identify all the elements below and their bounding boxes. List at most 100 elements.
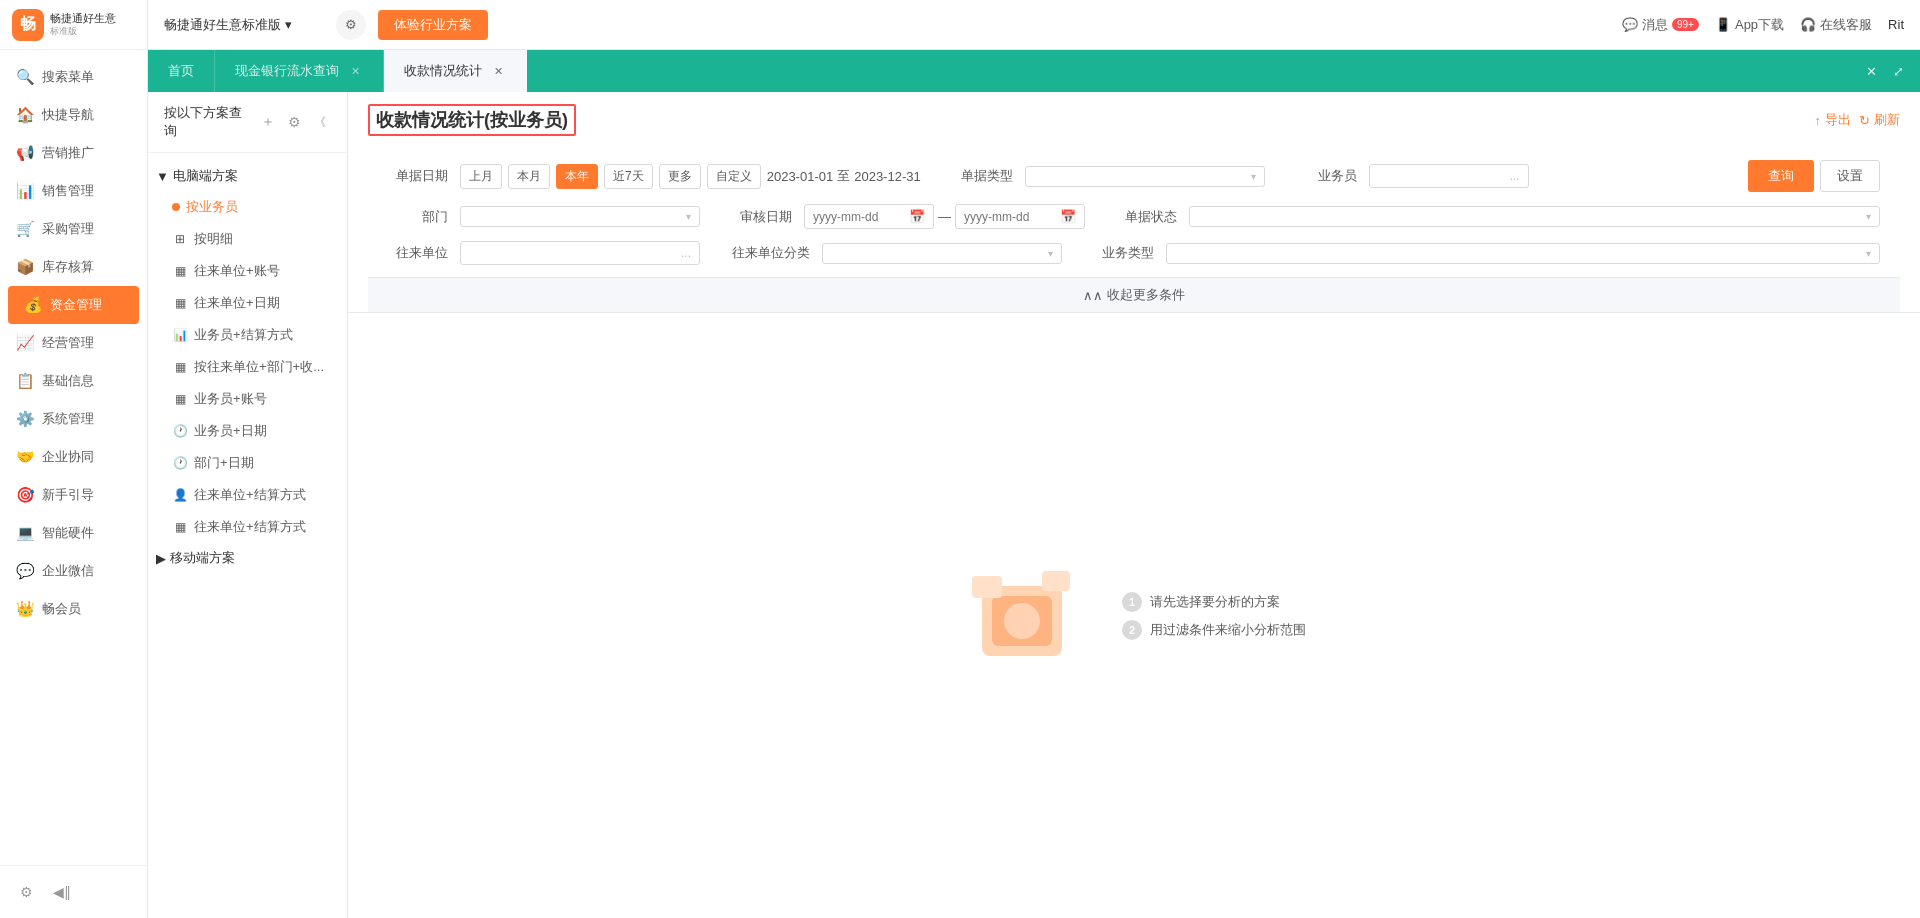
tree-item-unit-settlement1[interactable]: 👤往来单位+结算方式 [148, 479, 347, 511]
app-download-btn[interactable]: 📱 App下载 [1715, 16, 1784, 34]
audit-date-end-input[interactable]: 📅 [955, 204, 1085, 229]
audit-date-end-field[interactable] [964, 210, 1056, 224]
trial-btn[interactable]: 体验行业方案 [378, 10, 488, 40]
calendar-end-icon: 📅 [1060, 209, 1076, 224]
sidebar-item-inventory[interactable]: 📦库存核算 [0, 248, 147, 286]
counterparty-category-label: 往来单位分类 [732, 244, 810, 262]
panel-actions: ＋ ⚙ 《 [257, 111, 331, 133]
step-1-num: 1 [1122, 592, 1142, 612]
tree-item-salesperson-account[interactable]: ▦业务员+账号 [148, 383, 347, 415]
tab-close-all-btn[interactable]: ✕ [1862, 60, 1881, 83]
tree-group-label-mobile[interactable]: ▶移动端方案 [148, 543, 347, 573]
tree-item-by-unit-dept[interactable]: ▦按往来单位+部门+收... [148, 351, 347, 383]
tab-expand-btn[interactable]: ⤢ [1889, 60, 1908, 83]
main-area: 畅捷通好生意标准版 ▾ ⚙ 体验行业方案 💬 消息 99+ 📱 App下载 🎧 … [148, 0, 1920, 918]
step-2-num: 2 [1122, 620, 1142, 640]
sidebar: 畅 畅捷通好生意 标准版 🔍搜索菜单🏠快捷导航📢营销推广📊销售管理🛒采购管理📦库… [0, 0, 148, 918]
salesperson-input[interactable]: ... [1369, 164, 1529, 188]
left-panel: 按以下方案查询 ＋ ⚙ 《 ▼电脑端方案按业务员⊞按明细▦往来单位+账号▦往来单… [148, 92, 348, 918]
sidebar-item-hardware[interactable]: 💻智能硬件 [0, 514, 147, 552]
tree-item-salesperson-date[interactable]: 🕐业务员+日期 [148, 415, 347, 447]
sidebar-item-operations[interactable]: 📈经营管理 [0, 324, 147, 362]
tree-group-label-desktop[interactable]: ▼电脑端方案 [148, 161, 347, 191]
sidebar-item-quick-nav[interactable]: 🏠快捷导航 [0, 96, 147, 134]
filter-row-3: 往来单位 ... 往来单位分类 业务类型 [388, 241, 1880, 265]
online-service-btn[interactable]: 🎧 在线客服 [1800, 16, 1872, 34]
sidebar-collapse-btn[interactable]: ◀‖ [48, 878, 76, 906]
collapse-row[interactable]: ∧∧ 收起更多条件 [368, 277, 1900, 312]
tab-collection-stats-close[interactable]: ✕ [490, 63, 506, 79]
step-1-text: 请先选择要分析的方案 [1150, 593, 1280, 611]
sidebar-nav: 🔍搜索菜单🏠快捷导航📢营销推广📊销售管理🛒采购管理📦库存核算💰资金管理📈经营管理… [0, 50, 147, 865]
counterparty-category-select[interactable] [822, 243, 1062, 264]
date-btn-this-year[interactable]: 本年 [556, 164, 598, 189]
sidebar-item-member[interactable]: 👑畅会员 [0, 590, 147, 628]
logo-icon: 畅 [12, 9, 44, 41]
date-label: 单据日期 [388, 167, 448, 185]
sidebar-item-purchase[interactable]: 🛒采购管理 [0, 210, 147, 248]
tree-item-by-detail[interactable]: ⊞按明细 [148, 223, 347, 255]
system-label: 系统管理 [42, 410, 94, 428]
tree-item-salesperson-settlement[interactable]: 📊业务员+结算方式 [148, 319, 347, 351]
panel-settings-btn[interactable]: ⚙ [283, 111, 305, 133]
audit-date-range: 📅 — 📅 [804, 204, 1085, 229]
dept-select[interactable] [460, 206, 700, 227]
tree-item-by-salesperson[interactable]: 按业务员 [148, 191, 347, 223]
tree-item-dept-date[interactable]: 🕐部门+日期 [148, 447, 347, 479]
date-btn-more[interactable]: 更多 [659, 164, 701, 189]
sidebar-item-enterprise[interactable]: 🤝企业协同 [0, 438, 147, 476]
tree-item-unit-settlement2[interactable]: ▦往来单位+结算方式 [148, 511, 347, 543]
tab-bank-flow-close[interactable]: ✕ [347, 63, 363, 79]
tab-home-label: 首页 [168, 62, 194, 80]
user-avatar[interactable]: Rit [1888, 17, 1904, 32]
panel-collapse-btn[interactable]: 《 [309, 111, 331, 133]
sidebar-item-wechat[interactable]: 💬企业微信 [0, 552, 147, 590]
logo-text: 畅捷通好生意 标准版 [50, 11, 116, 38]
counterparty-more-icon[interactable]: ... [681, 246, 691, 260]
doc-type-label: 单据类型 [953, 167, 1013, 185]
refresh-btn[interactable]: ↻ 刷新 [1859, 111, 1900, 129]
doc-status-select[interactable] [1189, 206, 1880, 227]
sidebar-item-finance[interactable]: 💰资金管理 [8, 286, 139, 324]
audit-date-start-field[interactable] [813, 210, 905, 224]
salesperson-more-icon[interactable]: ... [1510, 169, 1520, 183]
table-icon-by-unit-dept: ▦ [172, 359, 188, 375]
query-btn[interactable]: 查询 [1748, 160, 1814, 192]
tab-bank-flow[interactable]: 现金银行流水查询 ✕ [215, 50, 384, 92]
tab-home[interactable]: 首页 [148, 50, 215, 92]
active-dot-by-salesperson [172, 203, 180, 211]
panel-add-btn[interactable]: ＋ [257, 111, 279, 133]
message-btn[interactable]: 💬 消息 99+ [1622, 16, 1699, 34]
collapse-label: 收起更多条件 [1107, 286, 1185, 304]
export-icon: ↑ [1815, 113, 1822, 128]
export-btn[interactable]: ↑ 导出 [1815, 111, 1852, 129]
date-range-display: 2023-01-01 至 2023-12-31 [767, 167, 921, 185]
audit-date-start-input[interactable]: 📅 [804, 204, 934, 229]
sidebar-settings-btn[interactable]: ⚙ [12, 878, 40, 906]
tab-collection-stats[interactable]: 收款情况统计 ✕ [384, 50, 527, 92]
sidebar-item-system[interactable]: ⚙️系统管理 [0, 400, 147, 438]
filter-area: 单据日期 上月 本月 本年 近7天 更多 自定义 2023-01-01 至 20 [368, 148, 1900, 277]
date-btn-this-month[interactable]: 本月 [508, 164, 550, 189]
svg-point-2 [1004, 603, 1040, 639]
date-btn-last-7[interactable]: 近7天 [604, 164, 653, 189]
date-btn-custom[interactable]: 自定义 [707, 164, 761, 189]
page-title: 收款情况统计(按业务员) [368, 104, 576, 136]
date-btn-last-month[interactable]: 上月 [460, 164, 502, 189]
topbar-gear-btn[interactable]: ⚙ [336, 10, 366, 40]
biz-type-select[interactable] [1166, 243, 1880, 264]
tab-bank-flow-label: 现金银行流水查询 [235, 62, 339, 80]
sidebar-item-marketing[interactable]: 📢营销推广 [0, 134, 147, 172]
sidebar-item-sales[interactable]: 📊销售管理 [0, 172, 147, 210]
sales-label: 销售管理 [42, 182, 94, 200]
tree-item-unit-account[interactable]: ▦往来单位+账号 [148, 255, 347, 287]
finance-label: 资金管理 [50, 296, 102, 314]
counterparty-input[interactable]: ... [460, 241, 700, 265]
sidebar-item-search-menu[interactable]: 🔍搜索菜单 [0, 58, 147, 96]
sidebar-item-basic[interactable]: 📋基础信息 [0, 362, 147, 400]
filter-settings-btn[interactable]: 设置 [1820, 160, 1880, 192]
sidebar-item-guide[interactable]: 🎯新手引导 [0, 476, 147, 514]
tree-item-unit-date[interactable]: ▦往来单位+日期 [148, 287, 347, 319]
person-icon-unit-settlement1: 👤 [172, 487, 188, 503]
doc-type-select[interactable] [1025, 166, 1265, 187]
